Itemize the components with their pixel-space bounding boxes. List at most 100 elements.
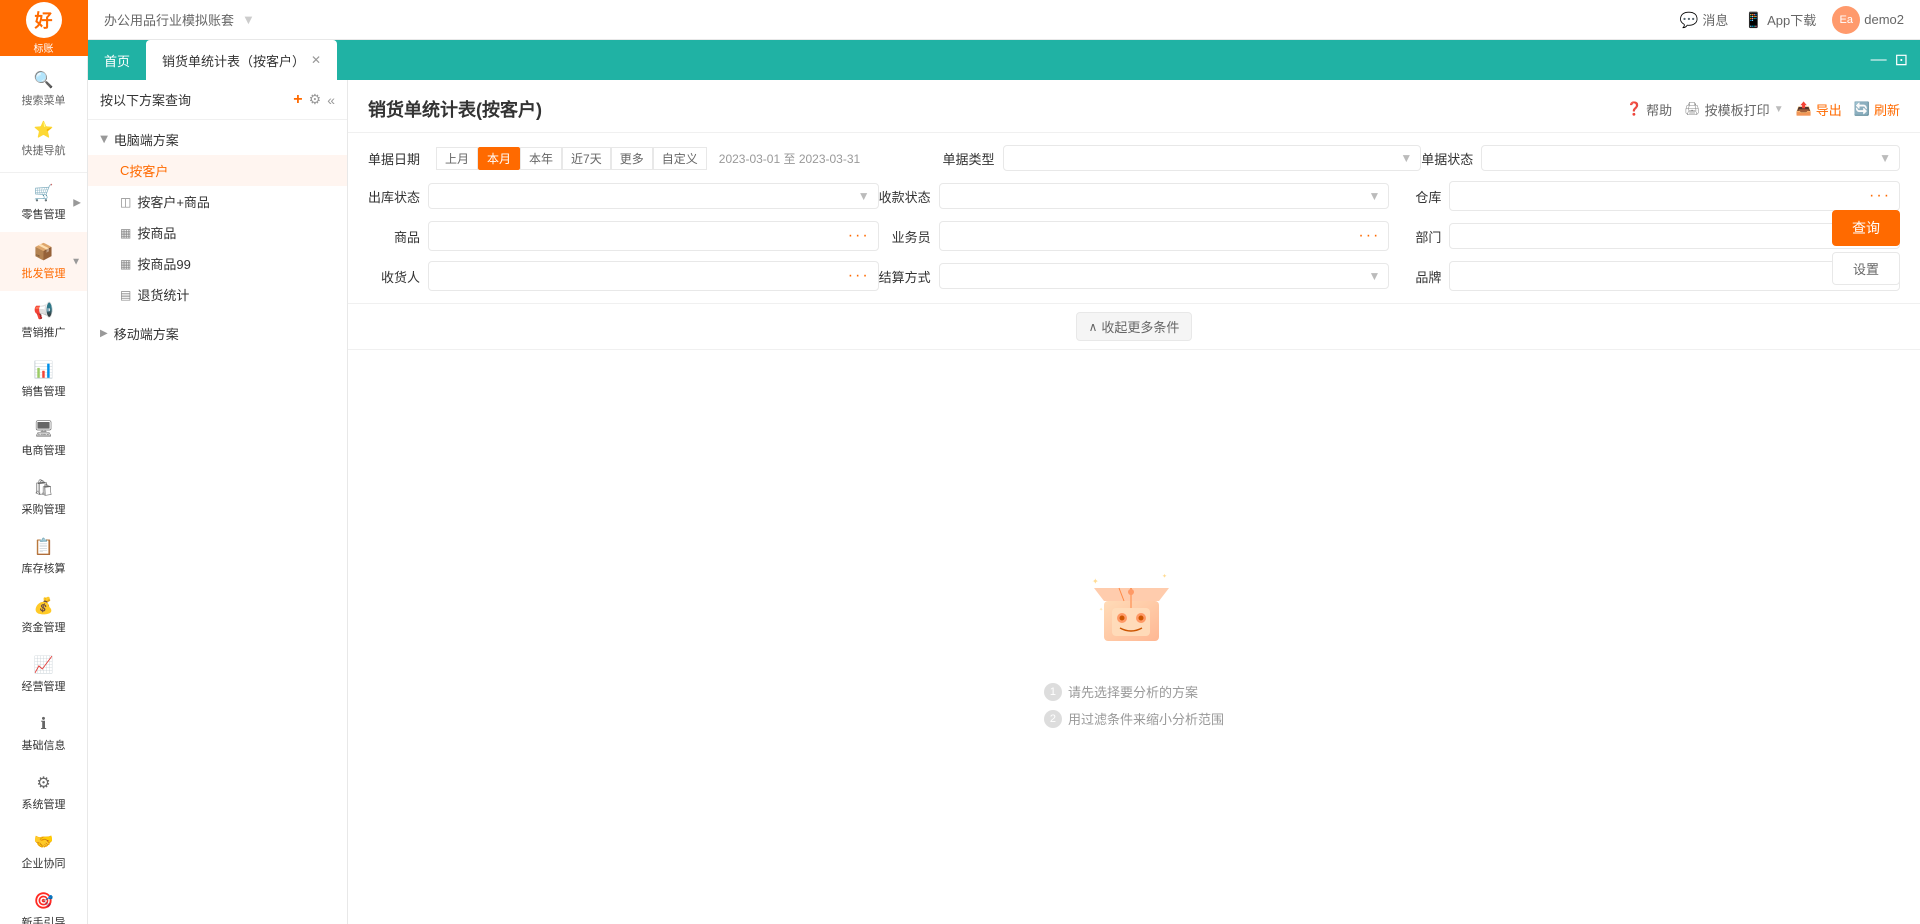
refresh-button[interactable]: 🔄 刷新	[1854, 100, 1900, 119]
mobile-section-arrow-icon: ▶	[100, 328, 108, 339]
download-icon: 📱	[1744, 11, 1763, 29]
settlement-select[interactable]: ▼	[939, 263, 1390, 289]
sidebar-item-sales[interactable]: 📊 销售管理	[0, 350, 87, 409]
search-menu-item[interactable]: 🔍 搜索菜单	[0, 64, 87, 114]
sidebar-logo: 好 标账	[0, 0, 88, 56]
desktop-plans-section: ▶ 电脑端方案 C 按客户 ◫ 按客户+商品 ▦ 按商品 ▦ 按商品99	[88, 120, 347, 314]
goods-filter-cell: 商品 ···	[368, 221, 879, 251]
marketing-label: 营销推广	[22, 324, 66, 340]
tab-sales-stat[interactable]: 销货单统计表（按客户） ✕	[146, 40, 337, 80]
tabbar-actions: — ⊡	[1871, 50, 1920, 70]
tab-home-label: 首页	[104, 51, 130, 70]
warehouse-select[interactable]: ···	[1449, 181, 1900, 211]
sidebar-item-newbie[interactable]: 🎯 新手引导	[0, 881, 87, 924]
receiver-label: 收货人	[368, 267, 428, 286]
date-btn-last-month[interactable]: 上月	[436, 147, 478, 170]
mobile-section-toggle[interactable]: ▶ 移动端方案	[88, 318, 347, 349]
goods-select[interactable]: ···	[428, 221, 879, 251]
plan-by-customer[interactable]: C 按客户	[88, 155, 347, 186]
tab-home[interactable]: 首页	[88, 40, 146, 80]
plan-by-goods99[interactable]: ▦ 按商品99	[88, 248, 347, 279]
date-btn-custom[interactable]: 自定义	[653, 147, 707, 170]
receiver-select[interactable]: ···	[428, 261, 879, 291]
sidebar-item-purchase[interactable]: 🛍 采购管理	[0, 468, 87, 527]
coop-label: 企业协同	[22, 855, 66, 871]
brand-filter-cell: 品牌 ···	[1389, 261, 1900, 291]
purchase-label: 采购管理	[22, 501, 66, 517]
sidebar-item-wholesale[interactable]: 📦 批发管理 ▼	[0, 232, 87, 291]
plan-by-customer-goods[interactable]: ◫ 按客户+商品	[88, 186, 347, 217]
desktop-section-label: 电脑端方案	[114, 130, 179, 149]
collect-status-select[interactable]: ▼	[939, 183, 1390, 209]
add-plan-button[interactable]: +	[293, 91, 302, 109]
download-label: App下载	[1767, 10, 1816, 29]
sidebar-item-coop[interactable]: 🤝 企业协同	[0, 822, 87, 881]
filter-area: 单据日期 上月 本月 本年 近7天 更多 自定义 20	[348, 133, 1920, 304]
sidebar-item-retail[interactable]: 🛒 零售管理 ▶	[0, 173, 87, 232]
out-status-select[interactable]: ▼	[428, 183, 879, 209]
date-controls: 上月 本月 本年 近7天 更多 自定义 2023-03-01 至 2023-03…	[428, 147, 943, 170]
svg-text:✦: ✦	[1099, 607, 1103, 613]
settings-plan-button[interactable]: ⚙	[309, 91, 322, 108]
template-print-button[interactable]: 🖨 按模板打印 ▼	[1684, 100, 1783, 119]
sidebar-item-marketing[interactable]: 📢 营销推广	[0, 291, 87, 350]
salesperson-select[interactable]: ···	[939, 221, 1390, 251]
setting-button[interactable]: 设置	[1832, 252, 1900, 285]
user-menu[interactable]: Ea demo2	[1832, 6, 1904, 34]
maximize-button[interactable]: ⊡	[1895, 50, 1908, 70]
tip-num-2: 2	[1044, 710, 1062, 728]
collapse-conditions-button[interactable]: ∧ 收起更多条件	[1076, 312, 1193, 341]
topbar-left: 办公用品行业模拟账套 ▼	[104, 10, 255, 29]
newbie-label: 新手引导	[22, 914, 66, 924]
sidebar-item-inventory[interactable]: 📋 库存核算	[0, 527, 87, 586]
settlement-chevron-icon: ▼	[1368, 269, 1380, 283]
mobile-section-label: 移动端方案	[114, 324, 179, 343]
date-btn-7days[interactable]: 近7天	[562, 147, 611, 170]
tip-num-1: 1	[1044, 683, 1062, 701]
page-actions: ❓ 帮助 🖨 按模板打印 ▼ 📤 导出 🔄	[1626, 100, 1900, 119]
page-title: 销货单统计表(按客户)	[368, 96, 542, 122]
date-btn-this-month[interactable]: 本月	[478, 147, 520, 170]
section-arrow-icon: ▶	[98, 136, 109, 144]
doc-status-select[interactable]: ▼	[1481, 145, 1900, 171]
sidebar-search-section: 🔍 搜索菜单 ⭐ 快捷导航	[0, 56, 87, 173]
sidebar-item-basic[interactable]: ℹ 基础信息	[0, 704, 87, 763]
department-filter-cell: 部门 ▼	[1389, 223, 1900, 249]
download-button[interactable]: 📱 App下载	[1744, 10, 1816, 29]
minimize-button[interactable]: —	[1871, 51, 1887, 69]
plan-return-stat[interactable]: ▤ 退货统计	[88, 279, 347, 310]
sales-icon: 📊	[34, 360, 54, 380]
sidebar-item-ecommerce[interactable]: 🖥 电商管理	[0, 409, 87, 468]
plan-by-goods-label: 按商品	[137, 223, 176, 242]
salesperson-dots-icon: ···	[1358, 227, 1380, 245]
collapse-panel-button[interactable]: «	[327, 92, 335, 108]
shortcut-nav-item[interactable]: ⭐ 快捷导航	[0, 114, 87, 164]
plan-by-customer-label: 按客户	[129, 161, 168, 180]
out-status-chevron-icon: ▼	[858, 189, 870, 203]
doc-type-select[interactable]: ▼	[1003, 145, 1422, 171]
wholesale-label: 批发管理	[22, 265, 66, 281]
desktop-section-toggle[interactable]: ▶ 电脑端方案	[88, 124, 347, 155]
tab-close-button[interactable]: ✕	[311, 53, 321, 67]
wholesale-icon: 📦	[34, 242, 54, 262]
tabbar: 首页 销货单统计表（按客户） ✕ — ⊡	[88, 40, 1920, 80]
warehouse-label: 仓库	[1389, 187, 1449, 206]
sidebar-item-operation[interactable]: 📈 经营管理	[0, 645, 87, 704]
query-button[interactable]: 查询	[1832, 210, 1900, 246]
salesperson-label: 业务员	[879, 227, 939, 246]
refresh-icon: 🔄	[1854, 101, 1870, 117]
print-chevron-icon: ▼	[1774, 104, 1784, 115]
sidebar-item-finance[interactable]: 💰 资金管理	[0, 586, 87, 645]
sidebar-item-system[interactable]: ⚙ 系统管理	[0, 763, 87, 822]
empty-tip-1-text: 请先选择要分析的方案	[1068, 682, 1198, 701]
help-button[interactable]: ❓ 帮助	[1626, 100, 1672, 119]
page-header: 销货单统计表(按客户) ❓ 帮助 🖨 按模板打印 ▼ 📤	[348, 80, 1920, 133]
coop-icon: 🤝	[34, 832, 54, 852]
export-button[interactable]: 📤 导出	[1796, 100, 1842, 119]
date-btn-more[interactable]: 更多	[611, 147, 653, 170]
date-btn-this-year[interactable]: 本年	[520, 147, 562, 170]
purchase-icon: 🛍	[33, 478, 53, 498]
tab-sales-stat-label: 销货单统计表（按客户）	[162, 51, 305, 70]
message-button[interactable]: 💬 消息	[1680, 10, 1729, 29]
plan-by-goods[interactable]: ▦ 按商品	[88, 217, 347, 248]
